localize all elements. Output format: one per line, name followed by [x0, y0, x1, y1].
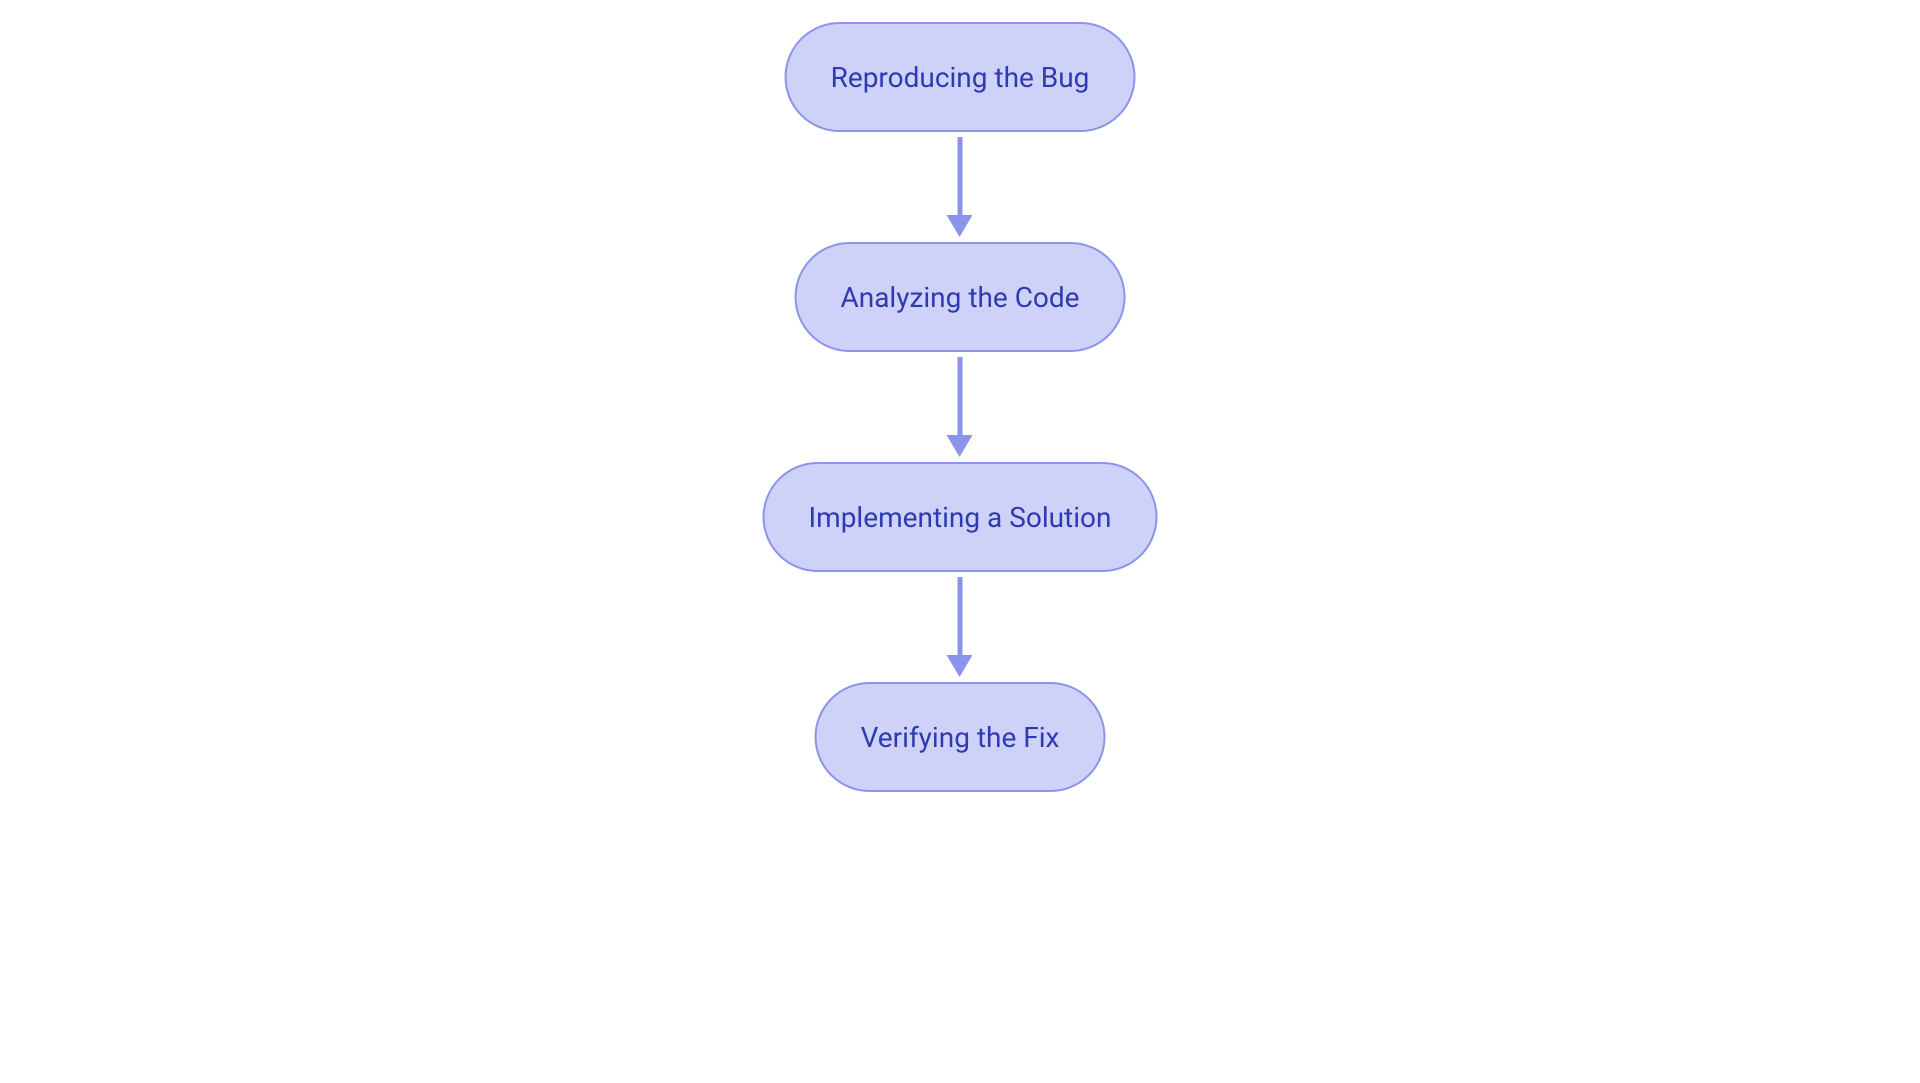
flowchart-node-verifying: Verifying the Fix	[815, 682, 1106, 792]
arrow-down-icon	[947, 132, 973, 242]
flowchart: Reproducing the Bug Analyzing the Code I…	[763, 0, 1158, 792]
arrow-down-icon	[947, 352, 973, 462]
flowchart-node-analyzing: Analyzing the Code	[794, 242, 1125, 352]
node-label: Reproducing the Bug	[831, 61, 1090, 94]
node-label: Analyzing the Code	[840, 281, 1079, 314]
arrow-down-icon	[947, 572, 973, 682]
flowchart-node-implementing: Implementing a Solution	[763, 462, 1158, 572]
node-label: Implementing a Solution	[809, 501, 1112, 534]
node-label: Verifying the Fix	[861, 721, 1060, 754]
flowchart-node-reproducing: Reproducing the Bug	[785, 22, 1136, 132]
